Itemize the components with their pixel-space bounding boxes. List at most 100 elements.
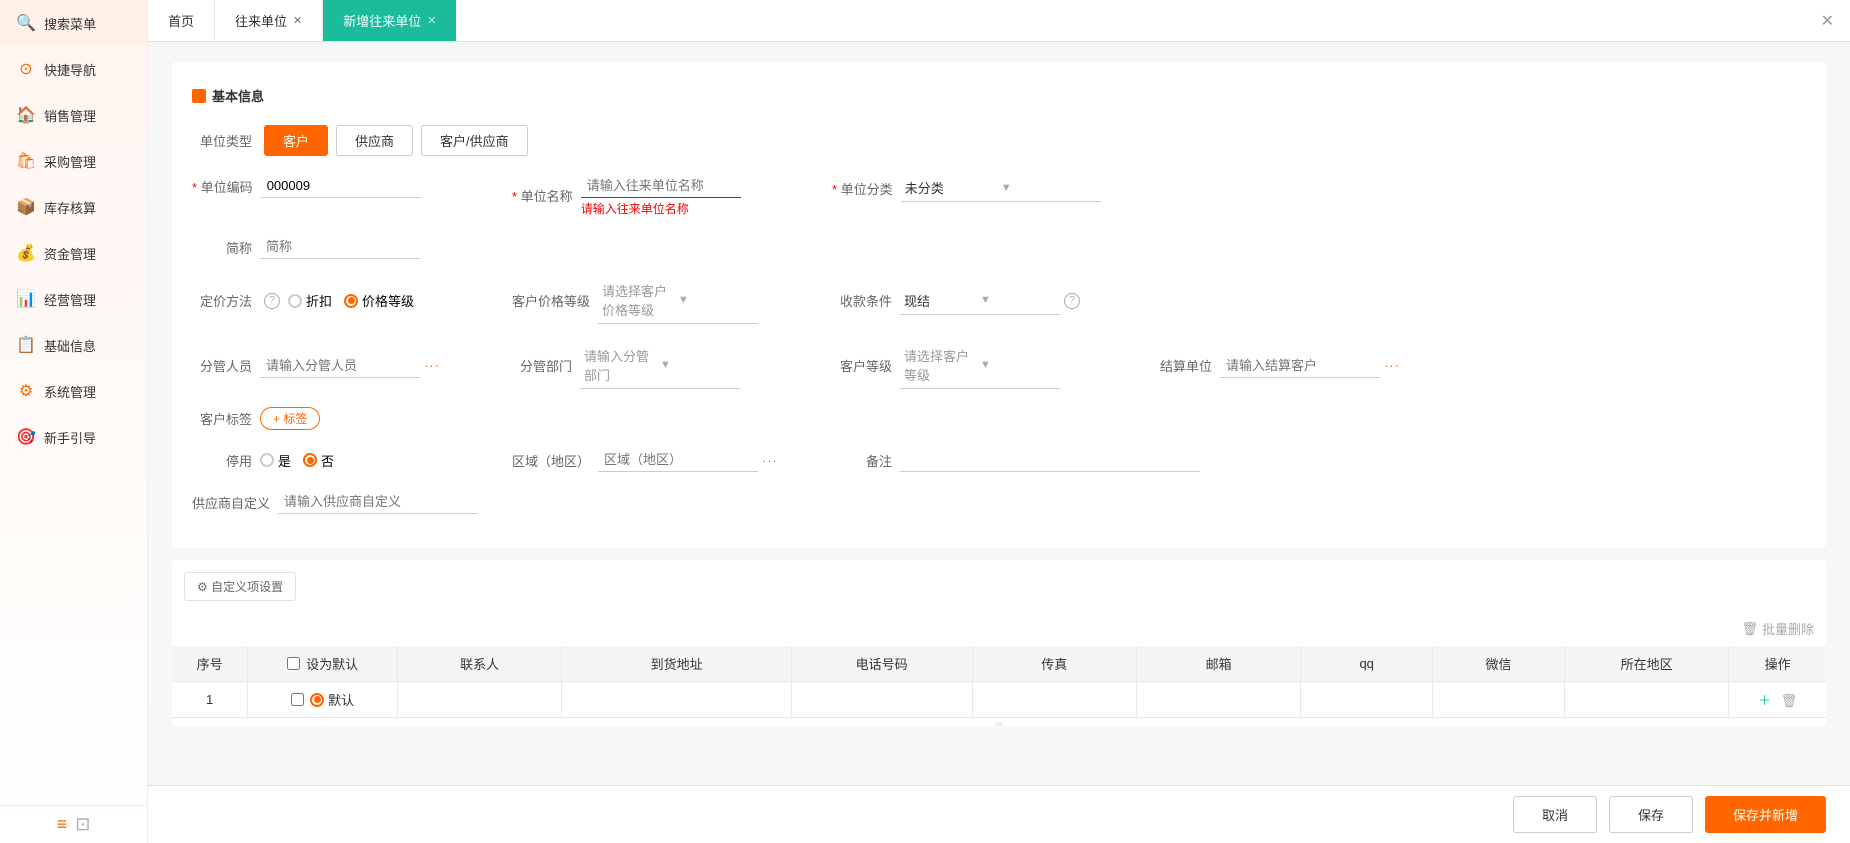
form-group-region: 区域（地区） ···: [512, 448, 792, 472]
pricing-help-icon[interactable]: ?: [264, 293, 280, 309]
supplier-custom-label: 供应商自定义: [192, 493, 270, 512]
save-new-button[interactable]: 保存并新增: [1705, 796, 1826, 833]
short-name-input[interactable]: [260, 235, 420, 259]
unit-category-select[interactable]: 未分类 ▼: [901, 174, 1101, 202]
radio-disable-no-circle: [303, 453, 317, 467]
td-wechat[interactable]: [1433, 682, 1565, 718]
tab-bar: 首页 往来单位 ✕ 新增往来单位 ✕ ✕: [148, 0, 1850, 42]
payment-terms-select[interactable]: 现结 ▼: [900, 287, 1060, 315]
custom-settings-button[interactable]: ⚙ 自定义项设置: [184, 572, 296, 601]
scrollbar-thumb: [995, 722, 1003, 726]
phone-input[interactable]: [837, 692, 927, 707]
sidebar-item-purchase[interactable]: 🛍 采购管理: [0, 138, 147, 184]
payment-terms-help-icon[interactable]: ?: [1064, 293, 1080, 309]
td-phone[interactable]: [791, 682, 972, 718]
purchase-icon: 🛍: [16, 151, 36, 171]
tab-home[interactable]: 首页: [148, 0, 215, 41]
main-area: 首页 往来单位 ✕ 新增往来单位 ✕ ✕ 基本信息 单位类型 客户 供应商 客户…: [148, 0, 1850, 843]
qq-input[interactable]: [1337, 692, 1397, 707]
customer-price-select[interactable]: 请选择客户价格等级 ▼: [598, 277, 758, 324]
manager-input[interactable]: [260, 354, 420, 378]
radio-disable-no[interactable]: 否: [303, 451, 334, 470]
sidebar-collapse-icon[interactable]: ≡: [57, 814, 68, 835]
content-area: 基本信息 单位类型 客户 供应商 客户/供应商 单位编码 单位名称: [148, 42, 1850, 785]
custom-settings-wrap: ⚙ 自定义项设置: [172, 560, 1826, 611]
customer-level-arrow: ▼: [980, 359, 1056, 371]
sidebar-item-operations[interactable]: 📊 经营管理: [0, 276, 147, 322]
th-seq: 序号: [172, 646, 248, 682]
dept-select[interactable]: 请输入分管部门 ▼: [580, 342, 740, 389]
sidebar-item-sales[interactable]: 🏠 销售管理: [0, 92, 147, 138]
email-input[interactable]: [1179, 692, 1259, 707]
th-wechat: 微信: [1433, 646, 1565, 682]
address-input[interactable]: [617, 692, 737, 707]
sidebar-item-finance[interactable]: 💰 资金管理: [0, 230, 147, 276]
remark-input[interactable]: [900, 448, 1200, 472]
remark-label: 备注: [832, 451, 892, 470]
tab-partners[interactable]: 往来单位 ✕: [215, 0, 323, 41]
settlement-input[interactable]: [1220, 354, 1380, 378]
radio-price-level[interactable]: 价格等级: [344, 291, 414, 310]
contact-input[interactable]: [440, 692, 520, 707]
pricing-label: 定价方法: [192, 291, 252, 310]
inventory-icon: 📦: [16, 197, 36, 217]
th-contact: 联系人: [397, 646, 561, 682]
sidebar-item-quick-nav[interactable]: ⊙ 快捷导航: [0, 46, 147, 92]
settlement-more-btn[interactable]: ···: [1384, 358, 1400, 373]
payment-terms-arrow: ▼: [980, 294, 1056, 306]
customer-level-select[interactable]: 请选择客户等级 ▼: [900, 342, 1060, 389]
region-more-btn[interactable]: ···: [762, 453, 778, 468]
tab-new-partner[interactable]: 新增往来单位 ✕: [323, 0, 456, 41]
td-fax[interactable]: [972, 682, 1136, 718]
row-checkbox[interactable]: [291, 693, 304, 706]
th-fax: 传真: [972, 646, 1136, 682]
td-qq[interactable]: [1301, 682, 1433, 718]
td-contact[interactable]: [397, 682, 561, 718]
th-qq: qq: [1301, 646, 1433, 682]
unit-name-input[interactable]: [581, 174, 741, 198]
row-del-btn[interactable]: 🗑: [1781, 693, 1798, 708]
sidebar-item-guide[interactable]: 🎯 新手引导: [0, 414, 147, 460]
tab-partners-close[interactable]: ✕: [293, 14, 302, 27]
sidebar-home-icon[interactable]: ⊡: [75, 814, 90, 835]
form-row-tags: 客户标签 + 标签: [192, 407, 1806, 430]
row-region-input[interactable]: [1607, 692, 1687, 707]
td-region[interactable]: [1564, 682, 1728, 718]
sidebar-item-system[interactable]: ⚙ 系统管理: [0, 368, 147, 414]
btn-type-supplier[interactable]: 供应商: [336, 125, 413, 156]
btn-type-customer[interactable]: 客户: [264, 125, 328, 156]
flag-icon: [192, 89, 206, 103]
form-group-unit-code: 单位编码: [192, 174, 472, 198]
manager-more-btn[interactable]: ···: [424, 358, 440, 373]
form-card: 基本信息 单位类型 客户 供应商 客户/供应商 单位编码 单位名称: [172, 62, 1826, 548]
tab-new-partner-close[interactable]: ✕: [427, 14, 436, 27]
wechat-input[interactable]: [1469, 692, 1529, 707]
td-seq: 1: [172, 682, 248, 718]
settlement-label: 结算单位: [1152, 356, 1212, 375]
sidebar-item-inventory[interactable]: 📦 库存核算: [0, 184, 147, 230]
supplier-custom-input[interactable]: [278, 490, 478, 514]
cancel-button[interactable]: 取消: [1513, 796, 1597, 833]
radio-discount-circle: [288, 294, 302, 308]
sidebar-item-basic-info[interactable]: 📋 基础信息: [0, 322, 147, 368]
unit-name-error-wrap: 请输入往来单位名称: [581, 174, 741, 217]
add-tag-button[interactable]: + 标签: [260, 407, 320, 430]
fax-input[interactable]: [1014, 692, 1094, 707]
batch-delete-button[interactable]: 🗑 批量删除: [1741, 619, 1814, 638]
radio-discount[interactable]: 折扣: [288, 291, 332, 310]
save-button[interactable]: 保存: [1609, 796, 1693, 833]
form-group-unit-category: 单位分类 未分类 ▼: [832, 174, 1112, 202]
tab-bar-global-close[interactable]: ✕: [1805, 11, 1850, 31]
row-add-btn[interactable]: ＋: [1758, 693, 1771, 708]
sidebar-item-search[interactable]: 🔍 搜索菜单: [0, 0, 147, 46]
radio-disable-yes[interactable]: 是: [260, 451, 291, 470]
row-default-radio[interactable]: 默认: [310, 690, 354, 709]
unit-code-input[interactable]: [261, 174, 421, 198]
td-email[interactable]: [1136, 682, 1300, 718]
form-group-pricing: 定价方法 ? 折扣 价格等级: [192, 291, 472, 310]
form-row-unit-info: 单位编码 单位名称 请输入往来单位名称 单位分类 未分类 ▼: [192, 174, 1806, 217]
btn-type-both[interactable]: 客户/供应商: [421, 125, 528, 156]
th-checkbox[interactable]: [287, 657, 300, 670]
region-input[interactable]: [598, 448, 758, 472]
td-address[interactable]: [562, 682, 791, 718]
